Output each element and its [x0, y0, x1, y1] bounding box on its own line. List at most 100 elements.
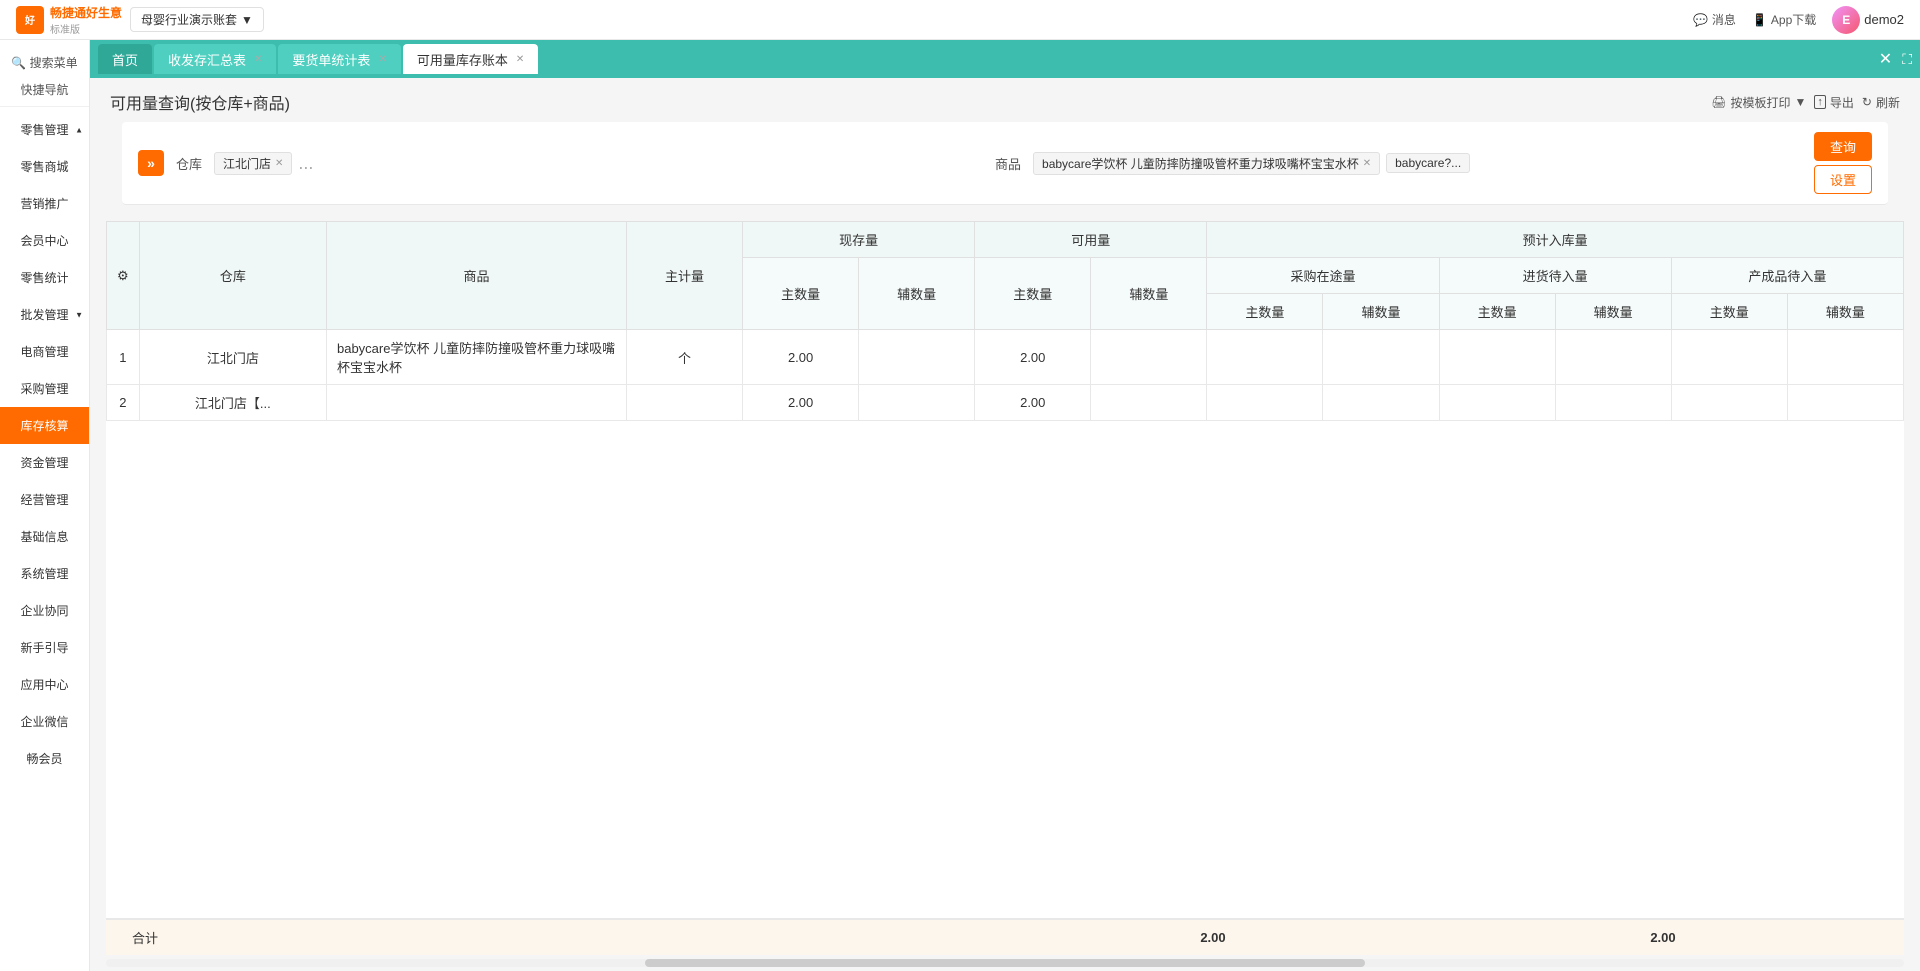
table-wrapper: ⚙ 仓库 商品 主计量 现存量 — [106, 221, 1904, 918]
footer-avail-main-total: 2.00 — [1650, 930, 1675, 945]
main-layout: 🔍 搜索菜单 快捷导航 零售管理 零售商城 营销推广 会员中心 零售统计 批发管… — [0, 40, 1920, 971]
warehouse-more-icon[interactable]: ... — [298, 153, 313, 174]
refresh-icon: ↻ — [1862, 95, 1872, 109]
content-area: 首页 收发存汇总表 ✕ 要货单统计表 ✕ 可用量库存账本 ✕ ✕ ⛶ 可用量 查询… — [90, 40, 1920, 971]
sidebar-item-enterprise[interactable]: 企业协同 — [0, 592, 89, 629]
footer-stock-main-total: 2.00 — [1200, 930, 1225, 945]
product-tag-1[interactable]: babycare学饮杯 儿童防摔防撞吸管杯重力球吸嘴杯宝宝水杯 ✕ — [1033, 152, 1380, 175]
refresh-button[interactable]: ↻ 刷新 — [1862, 94, 1900, 111]
store-name: 母婴行业演示账套 — [141, 11, 237, 28]
table-footer: 合计 2.00 2.00 — [106, 918, 1904, 955]
tab-bar: 首页 收发存汇总表 ✕ 要货单统计表 ✕ 可用量库存账本 ✕ ✕ ⛶ — [90, 40, 1920, 78]
sidebar-item-member[interactable]: 会员中心 — [0, 222, 89, 259]
query-button[interactable]: 查询 — [1814, 132, 1872, 161]
sidebar-item-label: 批发管理 — [20, 308, 68, 322]
row-purchase-main — [1207, 330, 1323, 385]
product-tag-1-remove-icon[interactable]: ✕ — [1363, 158, 1371, 169]
row-incoming-aux — [1555, 385, 1671, 421]
action-buttons: 查询 设置 — [1814, 132, 1872, 194]
col-incoming-aux-header: 辅数量 — [1555, 294, 1671, 330]
row-incoming-aux — [1555, 330, 1671, 385]
row-production-aux — [1787, 330, 1903, 385]
message-button[interactable]: 💬 消息 — [1693, 11, 1736, 28]
tab-home[interactable]: 首页 — [98, 44, 152, 74]
col-purchase-main-header: 主数量 — [1207, 294, 1323, 330]
tab-available-inventory-close-icon[interactable]: ✕ — [516, 54, 524, 65]
sidebar-item-member2[interactable]: 畅会员 — [0, 740, 89, 777]
warehouse-tag-remove-icon[interactable]: ✕ — [275, 158, 283, 169]
col-settings[interactable]: ⚙ — [107, 222, 140, 330]
row-stock-main: 2.00 — [743, 385, 859, 421]
print-label: 按模板打印 — [1731, 94, 1791, 111]
tab-order-stats-label: 要货单统计表 — [292, 50, 370, 69]
sidebar-item-wechat[interactable]: 企业微信 — [0, 703, 89, 740]
app-download-button[interactable]: 📱 App下载 — [1752, 11, 1816, 28]
sidebar-item-newbie[interactable]: 新手引导 — [0, 629, 89, 666]
tab-order-stats[interactable]: 要货单统计表 ✕ — [278, 44, 400, 74]
sidebar-item-label: 库存核算 — [20, 419, 68, 433]
col-incoming-main-header: 主数量 — [1439, 294, 1555, 330]
col-stock-group-label: 现存量 — [839, 233, 878, 248]
logo-text-area: 畅捷通好生意 标准版 — [50, 4, 122, 36]
row-purchase-main — [1207, 385, 1323, 421]
tab-receivable-close-icon[interactable]: ✕ — [254, 54, 262, 65]
sidebar-item-inventory[interactable]: 库存核算 — [0, 407, 89, 444]
row-avail-main: 2.00 — [975, 385, 1091, 421]
message-label: 消息 — [1712, 11, 1736, 28]
col-main-unit-label: 主计量 — [665, 269, 704, 284]
sidebar-item-label: 采购管理 — [20, 382, 68, 396]
footer-total-label: 合计 — [122, 928, 158, 947]
scroll-thumb[interactable] — [645, 959, 1364, 967]
user-area[interactable]: E demo2 — [1832, 6, 1904, 34]
sidebar-item-label: 营销推广 — [20, 197, 68, 211]
refresh-label: 刷新 — [1876, 94, 1900, 111]
store-selector[interactable]: 母婴行业演示账套 ▼ — [130, 7, 264, 32]
sidebar-item-finance[interactable]: 资金管理 — [0, 444, 89, 481]
row-stock-aux — [859, 330, 975, 385]
col-available-group-header: 可用量 — [975, 222, 1207, 258]
sidebar-item-purchase[interactable]: 采购管理 — [0, 370, 89, 407]
col-forecast-group-header: 预计入库量 — [1207, 222, 1904, 258]
settings-button[interactable]: 设置 — [1814, 165, 1872, 194]
warehouse-tag[interactable]: 江北门店 ✕ — [214, 152, 292, 175]
col-production-main-header: 主数量 — [1671, 294, 1787, 330]
sidebar-item-zero-retail[interactable]: 零售管理 — [0, 111, 89, 148]
row-production-aux — [1787, 385, 1903, 421]
sidebar-nav[interactable]: 快捷导航 — [0, 77, 89, 102]
sidebar-item-system[interactable]: 系统管理 — [0, 555, 89, 592]
footer-values: 2.00 2.00 — [988, 930, 1888, 945]
col-stock-group-header: 现存量 — [743, 222, 975, 258]
col-warehouse-label: 仓库 — [220, 269, 246, 284]
sidebar-item-app-center[interactable]: 应用中心 — [0, 666, 89, 703]
tab-available-inventory[interactable]: 可用量库存账本 ✕ — [403, 44, 538, 74]
col-product-header: 商品 — [326, 222, 626, 330]
sidebar-item-label: 畅会员 — [26, 752, 62, 766]
warehouse-filter-tags: 江北门店 ✕ ... — [214, 152, 983, 175]
sidebar-item-label: 企业协同 — [20, 604, 68, 618]
tab-bar-close-icon[interactable]: ✕ — [1879, 49, 1892, 69]
tab-receivable[interactable]: 收发存汇总表 ✕ — [154, 44, 276, 74]
product-tag-2[interactable]: babycare?... — [1386, 153, 1470, 173]
sidebar-item-batch[interactable]: 批发管理 — [0, 296, 89, 333]
product-filter-label: 商品 — [995, 154, 1021, 173]
col-purchase-sub-header: 采购在途量 — [1207, 258, 1439, 294]
sidebar-item-marketing[interactable]: 营销推广 — [0, 185, 89, 222]
tab-bar-expand-icon[interactable]: ⛶ — [1902, 51, 1912, 68]
filter-container: » 仓库 江北门店 ✕ ... 商品 babycare学饮杯 儿童防摔防撞吸管杯… — [90, 122, 1920, 213]
sidebar-search[interactable]: 🔍 搜索菜单 — [0, 48, 89, 77]
filter-toggle-button[interactable]: » — [138, 150, 164, 176]
logo-icon: 好 — [16, 6, 44, 34]
sidebar-item-ecommerce[interactable]: 电商管理 — [0, 333, 89, 370]
sidebar-item-retail-stats[interactable]: 零售统计 — [0, 259, 89, 296]
row-main-unit: 个 — [626, 330, 742, 385]
sidebar-item-operation[interactable]: 经营管理 — [0, 481, 89, 518]
print-button[interactable]: 🖨 按模板打印 ▼ — [1711, 94, 1806, 111]
filter-area: » 仓库 江北门店 ✕ ... 商品 babycare学饮杯 儿童防摔防撞吸管杯… — [122, 122, 1888, 205]
sidebar-item-retail-mall[interactable]: 零售商城 — [0, 148, 89, 185]
sidebar-item-label: 会员中心 — [20, 234, 68, 248]
row-avail-aux — [1091, 330, 1207, 385]
export-button[interactable]: ↑ 导出 — [1814, 94, 1854, 111]
sidebar-item-basic[interactable]: 基础信息 — [0, 518, 89, 555]
col-stock-aux-header: 辅数量 — [859, 258, 975, 330]
tab-order-stats-close-icon[interactable]: ✕ — [378, 54, 386, 65]
